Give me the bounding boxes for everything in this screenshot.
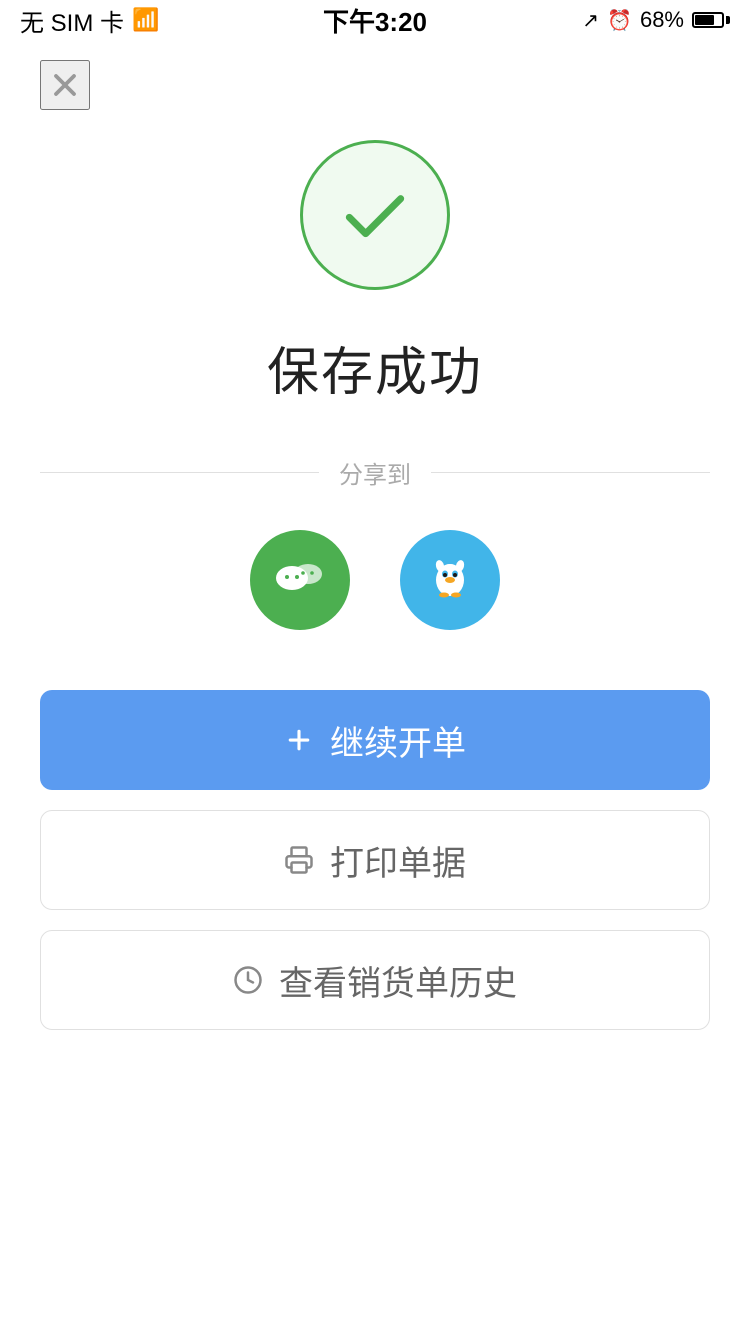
plus-icon [284,725,314,755]
success-title: 保存成功 [267,330,483,405]
action-buttons: 继续开单 打印单据 查看销货单历史 [40,690,710,1030]
divider-line-left [40,472,319,473]
alarm-icon: ⏰ [607,8,632,33]
battery-percentage: 68% [640,7,684,33]
wifi-icon: 📶 [132,7,159,33]
wechat-icon [270,550,330,610]
printer-icon [284,845,314,875]
history-button[interactable]: 查看销货单历史 [40,930,710,1030]
print-button-label: 打印单据 [330,836,466,885]
continue-button[interactable]: 继续开单 [40,690,710,790]
status-left: 无 SIM 卡 📶 [20,3,159,38]
divider-line-right [431,472,710,473]
location-icon: ↗ [582,8,599,33]
qq-share-button[interactable] [400,530,500,630]
share-icons-container [250,530,500,630]
share-divider: 分享到 [40,455,710,490]
wechat-share-button[interactable] [250,530,350,630]
carrier-text: 无 SIM 卡 [20,3,124,38]
continue-button-label: 继续开单 [330,716,466,765]
clock-icon [233,965,263,995]
status-right: ↗ ⏰ 68% [582,7,730,33]
print-button[interactable]: 打印单据 [40,810,710,910]
qq-icon [420,550,480,610]
status-time: 下午3:20 [323,2,427,39]
status-bar: 无 SIM 卡 📶 下午3:20 ↗ ⏰ 68% [0,0,750,40]
history-button-label: 查看销货单历史 [279,956,517,1005]
close-button[interactable] [40,60,90,110]
main-content: 保存成功 分享到 [0,40,750,1334]
success-icon-circle [300,140,450,290]
battery-icon [692,12,730,28]
share-label: 分享到 [339,455,411,490]
checkmark-icon [340,180,410,250]
